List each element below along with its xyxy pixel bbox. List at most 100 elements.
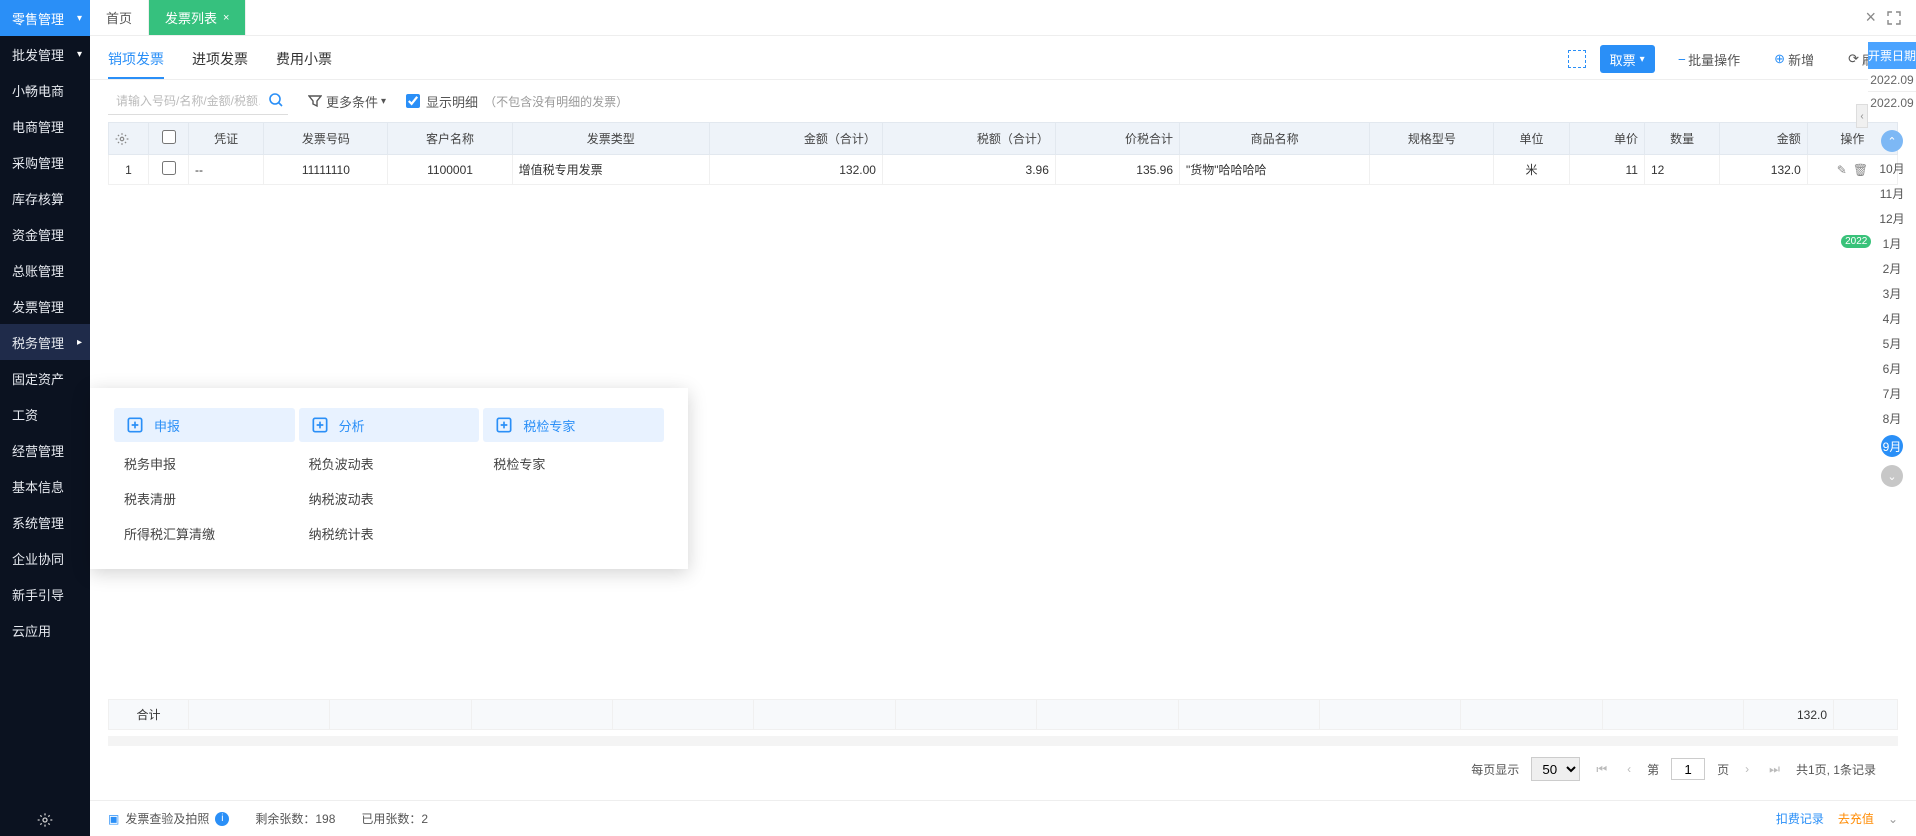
sidebar-item-2[interactable]: 小畅电商 bbox=[0, 72, 90, 108]
show-detail-input[interactable] bbox=[406, 94, 420, 108]
per-page-select[interactable]: 50 bbox=[1531, 757, 1580, 781]
delete-icon[interactable]: 🗑 bbox=[1853, 163, 1868, 177]
chevron-down-icon: ▾ bbox=[77, 49, 82, 60]
page-input[interactable] bbox=[1671, 758, 1705, 780]
col-total[interactable]: 价税合计 bbox=[1055, 123, 1179, 155]
row-checkbox[interactable] bbox=[162, 161, 176, 175]
sidebar-item-3[interactable]: 电商管理 bbox=[0, 108, 90, 144]
date-to[interactable]: 2022.09 bbox=[1868, 91, 1916, 114]
batch-action-button[interactable]: ⎯批量操作 bbox=[1669, 45, 1751, 73]
col-unit[interactable]: 单位 bbox=[1494, 123, 1569, 155]
close-icon[interactable]: × bbox=[1865, 7, 1876, 28]
month-option[interactable]: 8月 bbox=[1883, 410, 1902, 427]
chevron-down-icon[interactable]: ⌄ bbox=[1888, 812, 1898, 826]
page-suffix: 页 bbox=[1717, 761, 1729, 778]
horizontal-scrollbar[interactable] bbox=[108, 736, 1898, 746]
sidebar-item-14[interactable]: 系统管理 bbox=[0, 504, 90, 540]
month-option[interactable]: 4月 bbox=[1883, 310, 1902, 327]
sidebar-item-1[interactable]: 批发管理▾ bbox=[0, 36, 90, 72]
last-page-button[interactable]: ⏭ bbox=[1765, 762, 1784, 777]
next-page-button[interactable]: › bbox=[1741, 762, 1753, 776]
col-customer[interactable]: 客户名称 bbox=[388, 123, 512, 155]
col-money[interactable]: 金额 bbox=[1720, 123, 1808, 155]
sidebar-item-9[interactable]: 税务管理▸ bbox=[0, 324, 90, 360]
sidebar-item-10[interactable]: 固定资产 bbox=[0, 360, 90, 396]
edit-icon[interactable]: ✎ bbox=[1837, 163, 1847, 177]
sidebar-item-17[interactable]: 云应用 bbox=[0, 612, 90, 648]
select-all-header[interactable] bbox=[149, 123, 189, 155]
tab-invoice-list-label: 发票列表 bbox=[165, 8, 217, 27]
col-tax[interactable]: 税额（合计） bbox=[882, 123, 1055, 155]
flyout-item[interactable]: 税检专家 bbox=[493, 454, 664, 473]
col-num[interactable]: 发票号码 bbox=[264, 123, 388, 155]
search-input[interactable] bbox=[108, 87, 288, 115]
flyout-item[interactable]: 税务申报 bbox=[124, 454, 295, 473]
month-option[interactable]: 10月 bbox=[1879, 160, 1904, 177]
close-icon[interactable]: × bbox=[223, 12, 229, 24]
sidebar-item-13[interactable]: 基本信息 bbox=[0, 468, 90, 504]
sum-row: 合计 132.0 bbox=[109, 700, 1898, 730]
more-conditions-button[interactable]: 更多条件 ▾ bbox=[308, 92, 386, 111]
col-spec[interactable]: 规格型号 bbox=[1370, 123, 1494, 155]
tab-home[interactable]: 首页 bbox=[90, 0, 149, 35]
invoice-verify-link[interactable]: ▣ 发票查验及拍照 i bbox=[108, 810, 229, 827]
sidebar-item-5[interactable]: 库存核算 bbox=[0, 180, 90, 216]
month-option[interactable]: 11月 bbox=[1880, 185, 1904, 202]
month-down-button[interactable]: ⌄ bbox=[1881, 465, 1903, 487]
deduct-record-link[interactable]: 扣费记录 bbox=[1776, 810, 1824, 827]
show-detail-checkbox[interactable]: 显示明细 （不包含没有明细的发票） bbox=[406, 92, 628, 111]
month-option[interactable]: 12月 bbox=[1879, 210, 1904, 227]
sidebar-item-4[interactable]: 采购管理 bbox=[0, 144, 90, 180]
pick-invoice-button[interactable]: 取票▾ bbox=[1600, 45, 1655, 73]
top-tabs: 首页 发票列表 × × bbox=[90, 0, 1916, 36]
col-price[interactable]: 单价 bbox=[1569, 123, 1644, 155]
month-option[interactable]: 1月2022 bbox=[1883, 235, 1902, 252]
month-option[interactable]: 3月 bbox=[1883, 285, 1902, 302]
flyout-header-1: 分析 bbox=[299, 408, 480, 442]
column-settings-icon[interactable] bbox=[109, 123, 149, 155]
month-option[interactable]: 2月 bbox=[1883, 260, 1902, 277]
search-icon[interactable] bbox=[268, 92, 284, 108]
settings-gear-icon[interactable] bbox=[0, 804, 90, 836]
month-option[interactable]: 5月 bbox=[1883, 335, 1902, 352]
flyout-item[interactable]: 纳税统计表 bbox=[309, 524, 480, 543]
invoice-tab-expense[interactable]: 费用小票 bbox=[276, 49, 332, 79]
month-option[interactable]: 7月 bbox=[1883, 385, 1902, 402]
col-amount[interactable]: 金额（合计） bbox=[709, 123, 882, 155]
date-from[interactable]: 2022.09 bbox=[1868, 69, 1916, 91]
flyout-item[interactable]: 所得税汇算清缴 bbox=[124, 524, 295, 543]
month-up-button[interactable]: ⌃ bbox=[1881, 130, 1903, 152]
sum-money: 132.0 bbox=[1744, 700, 1834, 730]
sidebar-item-15[interactable]: 企业协同 bbox=[0, 540, 90, 576]
used-count: 已用张数：2 bbox=[361, 810, 428, 827]
sidebar-item-8[interactable]: 发票管理 bbox=[0, 288, 90, 324]
col-goods[interactable]: 商品名称 bbox=[1180, 123, 1370, 155]
flyout-item[interactable]: 税负波动表 bbox=[309, 454, 480, 473]
table-row[interactable]: 1--111111101100001增值税专用发票132.003.96135.9… bbox=[109, 155, 1898, 185]
flyout-item[interactable]: 税表清册 bbox=[124, 489, 295, 508]
prev-page-button[interactable]: ‹ bbox=[1623, 762, 1635, 776]
sidebar-item-16[interactable]: 新手引导 bbox=[0, 576, 90, 612]
flyout-item[interactable]: 纳税波动表 bbox=[309, 489, 480, 508]
first-page-button[interactable]: ⏮ bbox=[1592, 762, 1611, 777]
col-voucher[interactable]: 凭证 bbox=[189, 123, 264, 155]
fullscreen-icon[interactable] bbox=[1886, 10, 1902, 26]
invoice-tab-purchase[interactable]: 进项发票 bbox=[192, 49, 248, 79]
sidebar-item-6[interactable]: 资金管理 bbox=[0, 216, 90, 252]
col-type[interactable]: 发票类型 bbox=[512, 123, 709, 155]
sidebar-item-11[interactable]: 工资 bbox=[0, 396, 90, 432]
qr-icon[interactable] bbox=[1568, 50, 1586, 68]
recharge-link[interactable]: 去充值 bbox=[1838, 810, 1874, 827]
col-qty[interactable]: 数量 bbox=[1644, 123, 1719, 155]
invoice-tab-sales[interactable]: 销项发票 bbox=[108, 49, 164, 79]
month-option[interactable]: 9月 bbox=[1881, 435, 1903, 457]
sidebar-item-7[interactable]: 总账管理 bbox=[0, 252, 90, 288]
sidebar-item-0[interactable]: 零售管理▾ bbox=[0, 0, 90, 36]
per-page-label: 每页显示 bbox=[1471, 761, 1519, 778]
month-option[interactable]: 6月 bbox=[1883, 360, 1902, 377]
add-button[interactable]: ⊕新增 bbox=[1764, 45, 1824, 73]
date-panel: 开票日期 2022.09 2022.09 ⌃10月11月12月1月20222月3… bbox=[1868, 42, 1916, 487]
sidebar-item-12[interactable]: 经营管理 bbox=[0, 432, 90, 468]
panel-expand-handle[interactable]: ‹ bbox=[1856, 104, 1868, 128]
tab-invoice-list[interactable]: 发票列表 × bbox=[149, 0, 246, 35]
